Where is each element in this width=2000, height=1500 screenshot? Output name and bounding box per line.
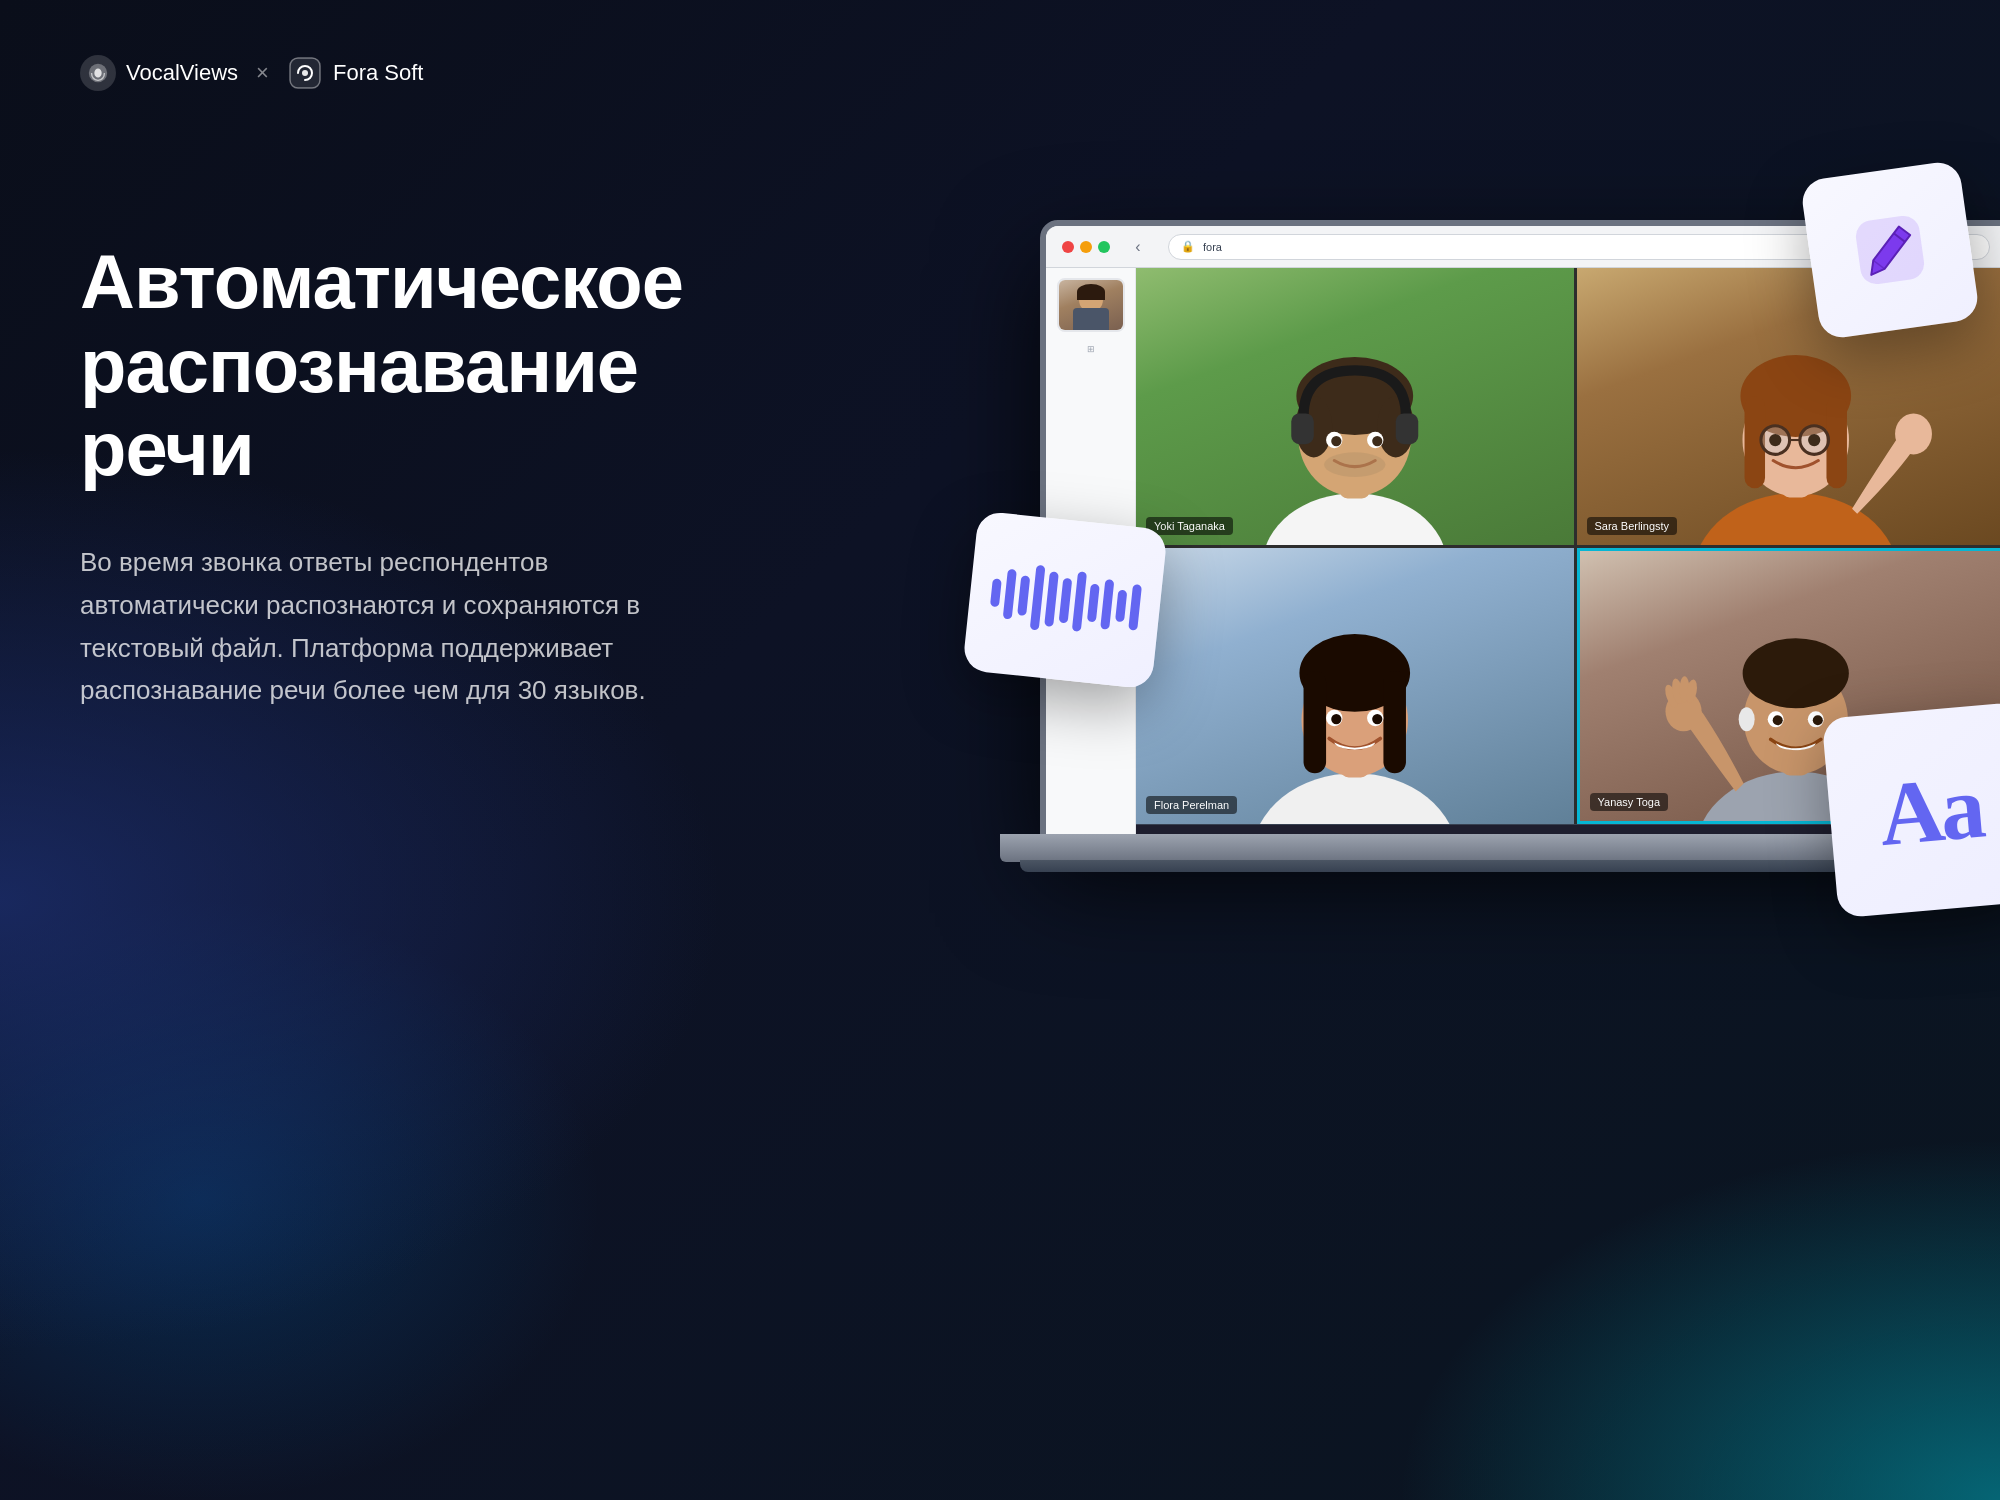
wbar-9 bbox=[1100, 579, 1114, 630]
wbar-4 bbox=[1029, 564, 1045, 630]
svg-rect-10 bbox=[1291, 413, 1314, 444]
svg-point-52 bbox=[1812, 715, 1822, 725]
vocalviews-label: VocalViews bbox=[126, 60, 238, 86]
sidebar-thumbnail bbox=[1057, 278, 1125, 332]
name-tag-3: Flora Perelman bbox=[1146, 796, 1237, 814]
browser-url: fora bbox=[1203, 241, 1222, 253]
forasoft-logo: Fora Soft bbox=[287, 55, 423, 91]
float-card-pencil bbox=[1800, 160, 1981, 341]
svg-rect-33 bbox=[1304, 670, 1327, 772]
wbar-3 bbox=[1017, 575, 1030, 616]
svg-point-47 bbox=[1742, 638, 1848, 708]
svg-point-38 bbox=[1372, 713, 1382, 723]
svg-point-18 bbox=[1895, 413, 1932, 454]
wbar-10 bbox=[1115, 589, 1127, 622]
svg-point-4 bbox=[1263, 493, 1447, 544]
float-card-waveform bbox=[962, 511, 1168, 690]
svg-point-37 bbox=[1331, 713, 1341, 723]
svg-rect-11 bbox=[1396, 413, 1419, 444]
wbar-5 bbox=[1044, 571, 1059, 627]
video-cell-1: Yoki Taganaka bbox=[1136, 268, 1574, 545]
video-cell-3: Flora Perelman bbox=[1136, 548, 1574, 825]
browser-dots bbox=[1062, 241, 1110, 253]
svg-point-48 bbox=[1738, 707, 1754, 731]
logo-separator: × bbox=[256, 60, 269, 86]
float-card-aa: Aa bbox=[1822, 702, 2000, 919]
dot-red bbox=[1062, 241, 1074, 253]
svg-point-14 bbox=[1331, 436, 1341, 446]
hero-content: Автоматическое распознавание речи Во вре… bbox=[80, 240, 660, 712]
aa-text: Aa bbox=[1875, 754, 1986, 865]
svg-point-27 bbox=[1769, 434, 1781, 446]
wbar-6 bbox=[1058, 577, 1072, 623]
vocalviews-icon bbox=[80, 55, 116, 91]
name-tag-4: Yanasy Toga bbox=[1590, 793, 1669, 811]
svg-point-16 bbox=[1324, 452, 1385, 477]
dot-green bbox=[1098, 241, 1110, 253]
person-photo-1 bbox=[1136, 268, 1574, 545]
wbar-11 bbox=[1128, 584, 1142, 631]
svg-rect-34 bbox=[1383, 670, 1406, 772]
svg-point-29 bbox=[1252, 773, 1457, 824]
name-tag-2: Sara Berlingsty bbox=[1587, 517, 1678, 535]
waveform-visual bbox=[987, 557, 1143, 642]
sidebar-thumb-img bbox=[1059, 280, 1123, 330]
header-logos: VocalViews × Fora Soft bbox=[80, 55, 423, 91]
dot-yellow bbox=[1080, 241, 1092, 253]
name-tag-1: Yoki Taganaka bbox=[1146, 517, 1233, 535]
hero-title: Автоматическое распознавание речи bbox=[80, 240, 660, 491]
wbar-1 bbox=[989, 578, 1001, 607]
browser-back-btn[interactable]: ‹ bbox=[1126, 235, 1150, 259]
forasoft-icon bbox=[287, 55, 323, 91]
svg-point-2 bbox=[302, 70, 308, 76]
forasoft-label: Fora Soft bbox=[333, 60, 423, 86]
wbar-7 bbox=[1071, 571, 1086, 632]
laptop-area: ‹ 🔒 fora bbox=[920, 140, 2000, 960]
svg-point-51 bbox=[1772, 715, 1782, 725]
svg-point-15 bbox=[1372, 436, 1382, 446]
wbar-8 bbox=[1086, 584, 1099, 623]
lock-icon: 🔒 bbox=[1181, 240, 1195, 253]
vocalviews-logo: VocalViews bbox=[80, 55, 238, 91]
screen-share-icon: ⊞ bbox=[1083, 340, 1099, 358]
hero-description: Во время звонка ответы респондентов авто… bbox=[80, 541, 660, 713]
wbar-2 bbox=[1002, 569, 1016, 620]
svg-point-28 bbox=[1808, 434, 1820, 446]
person-photo-3 bbox=[1136, 548, 1574, 825]
